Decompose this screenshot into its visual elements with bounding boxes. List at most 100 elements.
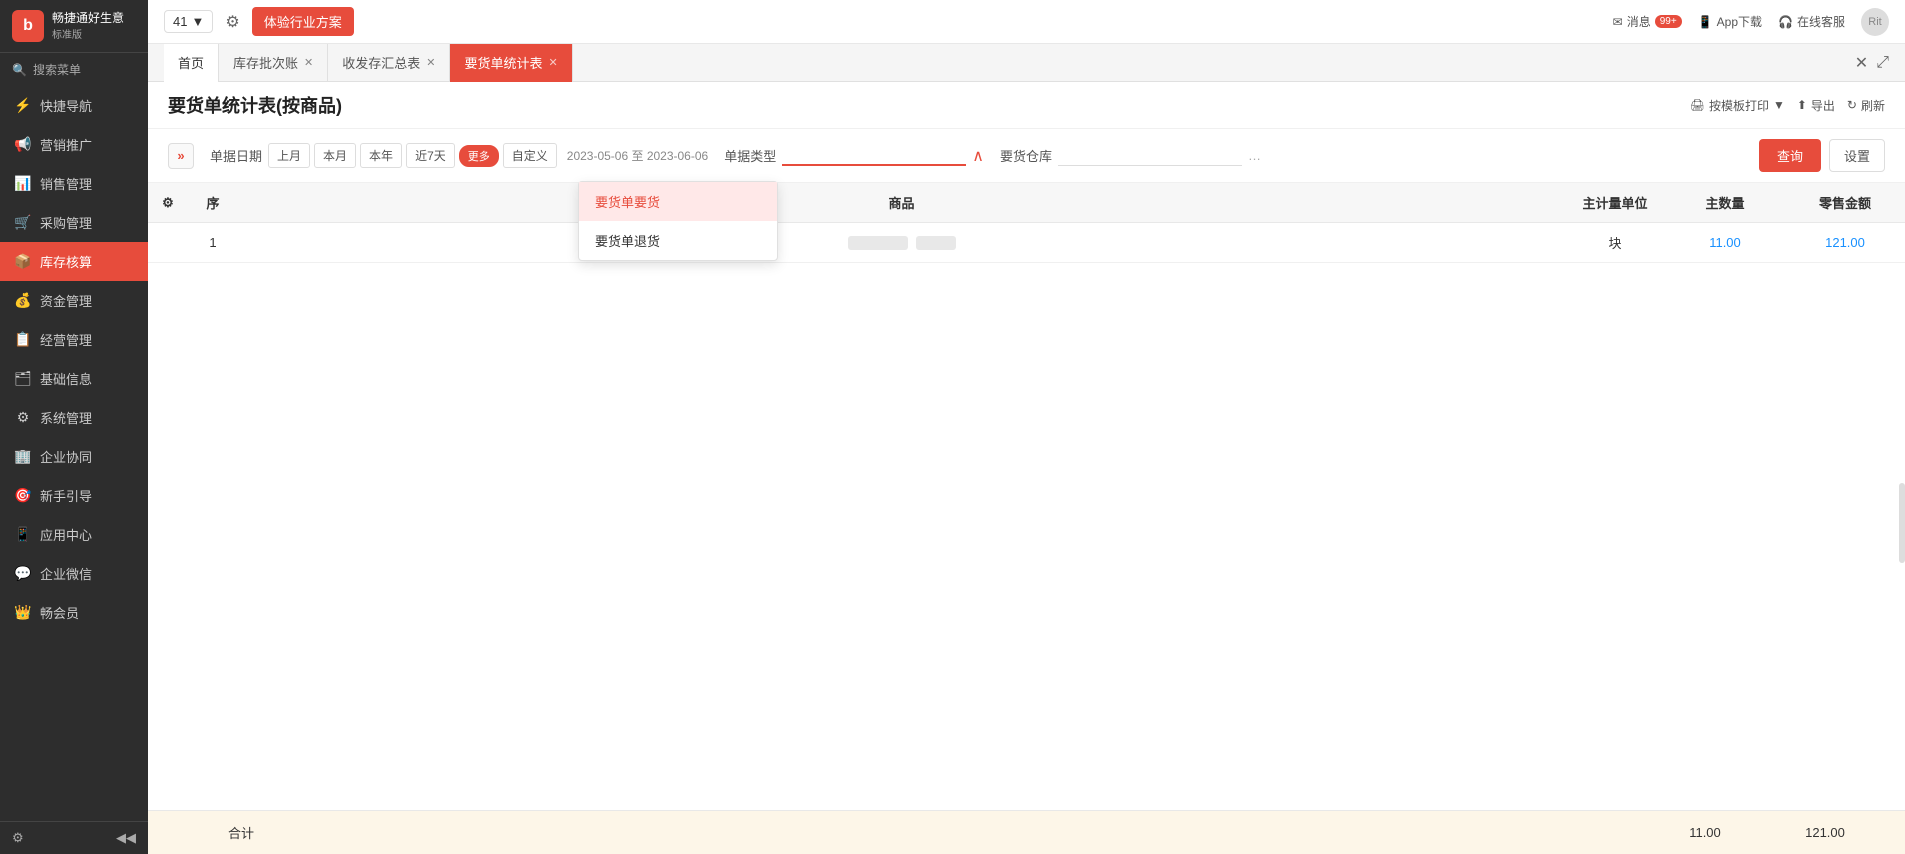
row-amount-link[interactable]: 121.00 xyxy=(1825,235,1865,250)
store-selector[interactable]: 41 ▼ xyxy=(164,10,213,33)
operations-label: 经营管理 xyxy=(40,330,92,349)
quick-nav-label: 快捷导航 xyxy=(40,96,92,115)
sidebar-item-app-center[interactable]: 📱 应用中心 xyxy=(0,515,148,554)
system-icon: ⚙ xyxy=(14,409,32,427)
sidebar-item-system[interactable]: ⚙ 系统管理 xyxy=(0,398,148,437)
table-header-row: ⚙ 序 商品 主计量单位 主数量 零售金额 xyxy=(148,183,1905,223)
row-qty-link[interactable]: 11.00 xyxy=(1709,235,1741,250)
app-logo: b 畅捷通好生意 标准版 xyxy=(0,0,148,53)
store-chevron-icon: ▼ xyxy=(191,14,204,29)
refresh-icon: ↻ xyxy=(1847,98,1857,112)
date-btn-last-month[interactable]: 上月 xyxy=(268,143,310,168)
row-amount-cell: 121.00 xyxy=(1785,223,1905,263)
sidebar-item-quick-nav[interactable]: ⚡ 快捷导航 xyxy=(0,86,148,125)
tab-order-stats[interactable]: 要货单统计表 ✕ xyxy=(450,44,572,82)
app-download-label: App下载 xyxy=(1717,13,1762,30)
scrollbar-hint xyxy=(1899,483,1905,563)
page-header: 要货单统计表(按商品) 🖨 按模板打印 ▼ ⬆ 导出 ↻ 刷新 xyxy=(148,82,1905,129)
system-label: 系统管理 xyxy=(40,408,92,427)
sidebar-item-sales[interactable]: 📊 销售管理 xyxy=(0,164,148,203)
export-btn[interactable]: ⬆ 导出 xyxy=(1797,97,1835,114)
guide-label: 新手引导 xyxy=(40,486,92,505)
date-btn-more[interactable]: 更多 xyxy=(459,145,499,167)
dropdown-item-order-goods[interactable]: 要货单要货 xyxy=(579,182,777,221)
finance-label: 资金管理 xyxy=(40,291,92,310)
search-menu[interactable]: 🔍 搜索菜单 xyxy=(0,53,148,86)
date-btn-this-year[interactable]: 本年 xyxy=(360,143,402,168)
refresh-btn[interactable]: ↻ 刷新 xyxy=(1847,97,1885,114)
store-name: 41 xyxy=(173,14,187,29)
user-avatar[interactable]: Rit xyxy=(1861,8,1889,36)
page-container: 要货单统计表(按商品) 🖨 按模板打印 ▼ ⬆ 导出 ↻ 刷新 » xyxy=(148,82,1905,854)
query-button[interactable]: 查询 xyxy=(1759,139,1821,172)
search-menu-label: 搜索菜单 xyxy=(33,61,81,78)
sidebar-item-guide[interactable]: 🎯 新手引导 xyxy=(0,476,148,515)
header-right: ✉ 消息 99+ 📱 App下载 🎧 在线客服 Rit xyxy=(1613,8,1889,36)
header-settings-icon[interactable]: ⚙ xyxy=(225,12,239,32)
sidebar-item-operations[interactable]: 📋 经营管理 xyxy=(0,320,148,359)
tab-inventory-batch[interactable]: 库存批次账 ✕ xyxy=(219,44,328,82)
print-btn[interactable]: 🖨 按模板打印 ▼ xyxy=(1690,97,1785,114)
tab-inventory-batch-close[interactable]: ✕ xyxy=(304,56,313,69)
inventory-icon: 📦 xyxy=(14,253,32,271)
collapse-btn[interactable]: ◀◀ xyxy=(116,830,136,846)
warehouse-filter-more-icon[interactable]: … xyxy=(1248,148,1261,163)
warehouse-filter-input[interactable] xyxy=(1058,146,1242,166)
tab-expand-icon[interactable]: ⤢ xyxy=(1876,54,1889,72)
messages-label: 消息 xyxy=(1627,13,1651,30)
type-filter-input[interactable] xyxy=(782,145,966,166)
search-icon: 🔍 xyxy=(12,63,27,77)
warehouse-filter-group: 要货仓库 … xyxy=(1000,146,1261,166)
sales-label: 销售管理 xyxy=(40,174,92,193)
sidebar-item-base-info[interactable]: 🗂 基础信息 xyxy=(0,359,148,398)
dropdown-item-order-return-label: 要货单退货 xyxy=(595,234,660,249)
footer-total-qty: 11.00 xyxy=(1645,825,1765,840)
type-filter-chevron-icon[interactable]: ∧ xyxy=(972,146,984,166)
tab-order-stats-close[interactable]: ✕ xyxy=(549,56,558,69)
date-btn-custom[interactable]: 自定义 xyxy=(503,143,557,168)
message-icon: ✉ xyxy=(1613,15,1623,29)
col-settings[interactable]: ⚙ xyxy=(148,183,188,223)
sidebar-item-purchase[interactable]: 🛒 采购管理 xyxy=(0,203,148,242)
date-buttons: 上月 本月 本年 近7天 更多 自定义 xyxy=(268,143,557,168)
print-icon: 🖨 xyxy=(1690,98,1705,112)
settings-small-button[interactable]: 设置 xyxy=(1829,139,1885,172)
refresh-label: 刷新 xyxy=(1861,97,1885,114)
date-btn-last-7-days[interactable]: 近7天 xyxy=(406,143,455,168)
trial-button[interactable]: 体验行业方案 xyxy=(252,7,354,36)
enterprise-icon: 🏢 xyxy=(14,448,32,466)
sidebar-item-inventory[interactable]: 📦 库存核算 xyxy=(0,242,148,281)
col-no-header: 序 xyxy=(188,183,238,223)
tab-receive-summary[interactable]: 收发存汇总表 ✕ xyxy=(328,44,450,82)
tab-home[interactable]: 首页 xyxy=(164,44,219,82)
enterprise-label: 企业协同 xyxy=(40,447,92,466)
guide-icon: 🎯 xyxy=(14,487,32,505)
filter-expand-btn[interactable]: » xyxy=(168,143,194,169)
tab-close-all-icon[interactable]: ✕ xyxy=(1855,53,1868,73)
online-service-action[interactable]: 🎧 在线客服 xyxy=(1778,13,1845,30)
tab-receive-summary-close[interactable]: ✕ xyxy=(426,56,435,69)
sidebar-item-marketing[interactable]: 📢 营销推广 xyxy=(0,125,148,164)
settings-bottom-icon[interactable]: ⚙ xyxy=(12,830,24,846)
quick-nav-icon: ⚡ xyxy=(14,97,32,115)
tab-bar: 首页 库存批次账 ✕ 收发存汇总表 ✕ 要货单统计表 ✕ ✕ ⤢ xyxy=(148,44,1905,82)
footer-total-text: 合计 xyxy=(228,826,254,841)
purchase-icon: 🛒 xyxy=(14,214,32,232)
sidebar-item-wechat[interactable]: 💬 企业微信 xyxy=(0,554,148,593)
sidebar-item-vip[interactable]: 👑 畅会员 xyxy=(0,593,148,632)
marketing-icon: 📢 xyxy=(14,136,32,154)
date-range-text: 2023-05-06 至 2023-06-06 xyxy=(567,147,708,164)
app-download-action[interactable]: 📱 App下载 xyxy=(1698,13,1762,30)
sidebar-item-finance[interactable]: 💰 资金管理 xyxy=(0,281,148,320)
sidebar-item-enterprise[interactable]: 🏢 企业协同 xyxy=(0,437,148,476)
base-info-label: 基础信息 xyxy=(40,369,92,388)
sidebar-bottom: ⚙ ◀◀ xyxy=(0,821,148,854)
table-row: 1 块 11.00 121.00 xyxy=(148,223,1905,263)
dropdown-item-order-return[interactable]: 要货单退货 xyxy=(579,221,777,260)
export-label: 导出 xyxy=(1811,97,1835,114)
wechat-icon: 💬 xyxy=(14,565,32,583)
messages-action[interactable]: ✉ 消息 99+ xyxy=(1613,13,1682,30)
logo-icon: b xyxy=(12,10,44,42)
table-container: ⚙ 序 商品 主计量单位 主数量 零售金额 1 xyxy=(148,183,1905,810)
date-btn-this-month[interactable]: 本月 xyxy=(314,143,356,168)
